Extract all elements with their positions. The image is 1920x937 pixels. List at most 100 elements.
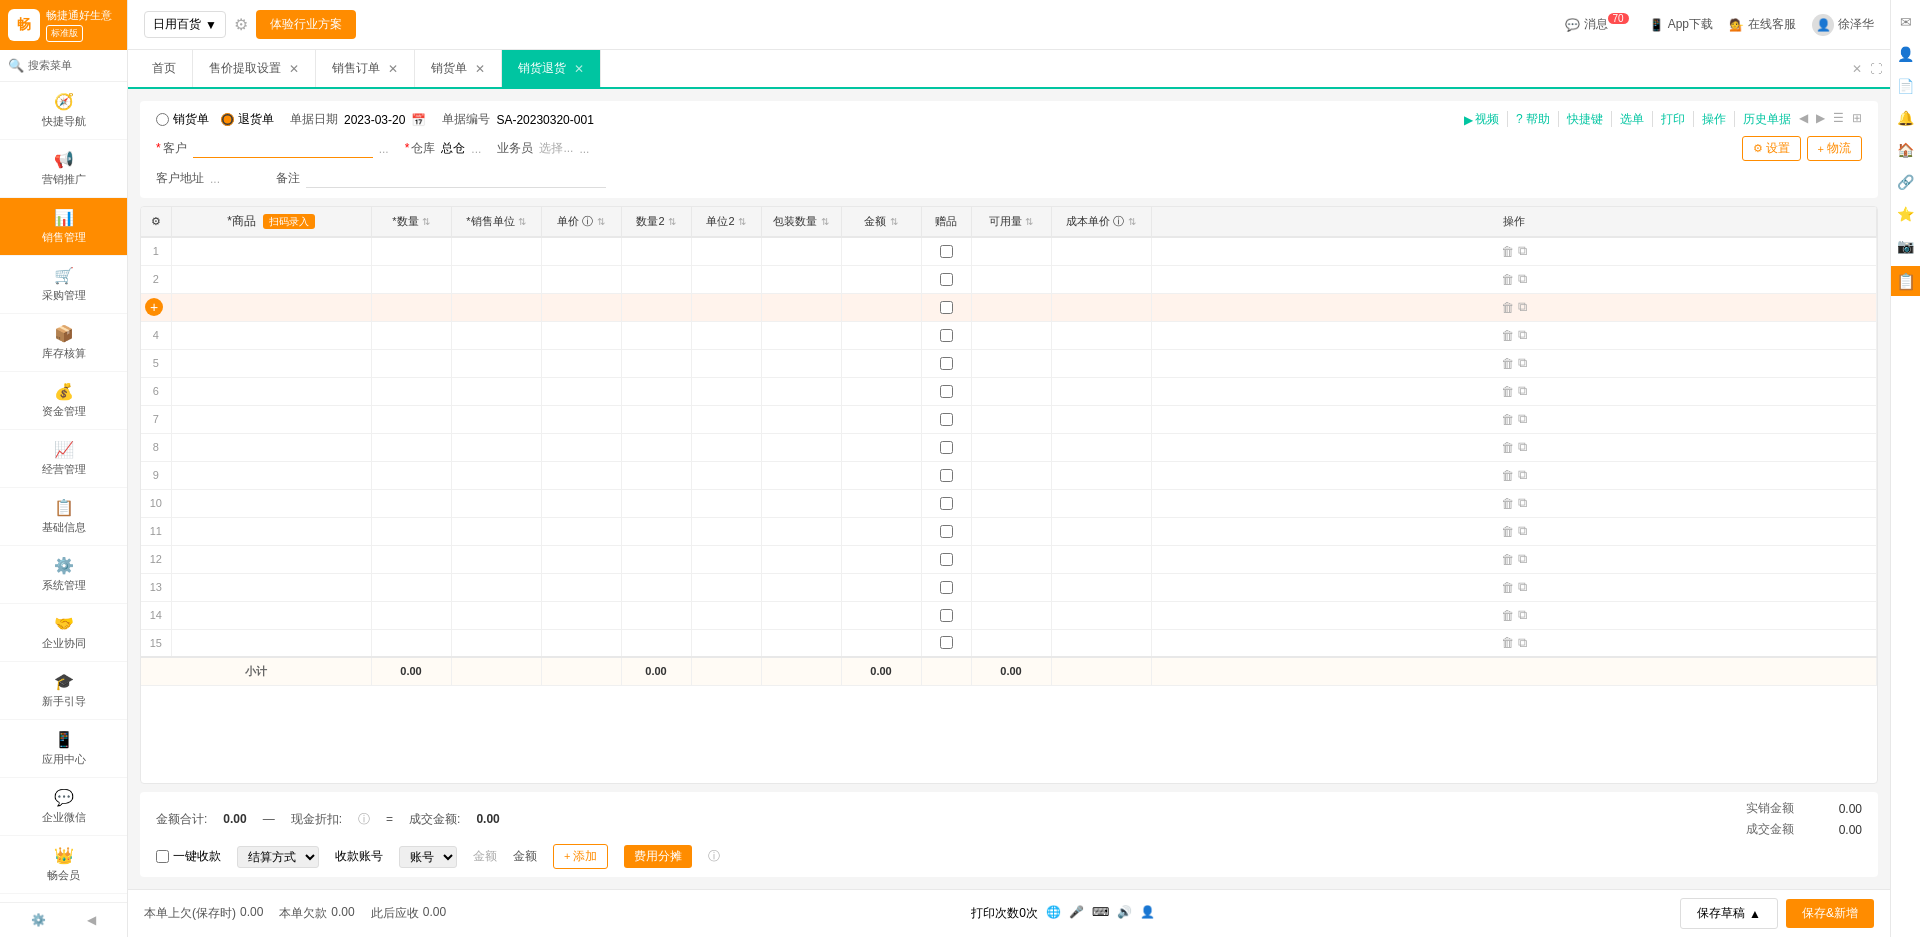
row-avail-1[interactable] (971, 237, 1051, 265)
del-icon[interactable]: 🗑 (1501, 384, 1514, 399)
gift-checkbox-3[interactable] (940, 301, 953, 314)
sidebar-item-basic-info[interactable]: 📋 基础信息 (0, 488, 127, 546)
maximize-icon[interactable]: ⛶ (1870, 62, 1882, 76)
unit-sort-icon[interactable]: ⇅ (518, 216, 526, 227)
qty2-sort-icon[interactable]: ⇅ (668, 216, 676, 227)
copy-icon[interactable]: ⧉ (1518, 411, 1527, 427)
row-avail-3[interactable] (971, 293, 1051, 321)
select-action[interactable]: 选单 (1620, 111, 1644, 128)
sidebar-item-system[interactable]: ⚙️ 系统管理 (0, 546, 127, 604)
row-price-2[interactable] (541, 265, 621, 293)
sidebar-item-guide[interactable]: 🎓 新手引导 (0, 662, 127, 720)
right-icon-4[interactable]: 🔔 (1894, 106, 1918, 130)
collapse-icon[interactable]: ◀ (87, 913, 96, 927)
search-menu-item[interactable]: 🔍 搜索菜单 (0, 50, 127, 82)
close-tab-icon[interactable]: ✕ (1852, 62, 1862, 76)
right-icon-2[interactable]: 👤 (1894, 42, 1918, 66)
gear-settings-icon[interactable]: ⚙ (234, 15, 248, 34)
sidebar-item-enterprise[interactable]: 🤝 企业协同 (0, 604, 127, 662)
row-unit2-2[interactable] (691, 265, 761, 293)
add-amount-button[interactable]: + 添加 (553, 844, 608, 869)
next-doc-icon[interactable]: ▶ (1816, 111, 1825, 128)
staff-select-btn[interactable]: ... (579, 142, 589, 156)
one-key-collect-input[interactable] (156, 850, 169, 863)
row-gift-2[interactable] (926, 273, 967, 286)
row-qty2-3[interactable] (621, 293, 691, 321)
gift-chk[interactable] (940, 581, 953, 594)
copy-icon[interactable]: ⧉ (1518, 523, 1527, 539)
settlement-method-select[interactable]: 结算方式 (237, 846, 319, 868)
message-button[interactable]: 💬 消息 70 (1565, 16, 1633, 33)
sidebar-item-operation[interactable]: 📈 经营管理 (0, 430, 127, 488)
sidebar-item-app-center[interactable]: 📱 应用中心 (0, 720, 127, 778)
customer-select-btn[interactable]: ... (379, 142, 389, 156)
copy-icon[interactable]: ⧉ (1518, 607, 1527, 623)
customer-input[interactable] (193, 139, 373, 158)
split-help-icon[interactable]: ⓘ (708, 848, 720, 865)
save-new-button[interactable]: 保存&新增 (1786, 899, 1874, 928)
row-product-1[interactable] (171, 237, 371, 265)
sidebar-item-wechat[interactable]: 💬 企业微信 (0, 778, 127, 836)
delete-row-1-icon[interactable]: 🗑 (1501, 244, 1514, 259)
row-price-1[interactable] (541, 237, 621, 265)
row-unit2-1[interactable] (691, 237, 761, 265)
del-icon[interactable]: 🗑 (1501, 468, 1514, 483)
radio-sales-delivery[interactable]: 销货单 (156, 111, 209, 128)
speaker-icon[interactable]: 🔊 (1117, 905, 1132, 922)
radio-sales-delivery-input[interactable] (156, 113, 169, 126)
right-icon-1[interactable]: ✉ (1894, 10, 1918, 34)
add-row-button[interactable]: + (145, 298, 163, 316)
note-input[interactable] (306, 169, 606, 188)
gift-chk[interactable] (940, 329, 953, 342)
row-unit-2[interactable] (451, 265, 541, 293)
row-gift-3[interactable] (926, 301, 967, 314)
row-cost-1[interactable] (1051, 237, 1151, 265)
mic-icon[interactable]: 🎤 (1069, 905, 1084, 922)
copy-row-2-icon[interactable]: ⧉ (1518, 271, 1527, 287)
tab-price-setup-close[interactable]: ✕ (289, 62, 299, 76)
gift-chk[interactable] (940, 553, 953, 566)
del-icon[interactable]: 🗑 (1501, 580, 1514, 595)
radio-return-input[interactable] (221, 113, 234, 126)
price-sort-icon[interactable]: ⇅ (597, 216, 605, 227)
gift-chk[interactable] (940, 609, 953, 622)
copy-icon[interactable]: ⧉ (1518, 579, 1527, 595)
prev-doc-icon[interactable]: ◀ (1799, 111, 1808, 128)
del-icon[interactable]: 🗑 (1501, 440, 1514, 455)
del-icon[interactable]: 🗑 (1501, 356, 1514, 371)
account-select[interactable]: 账号 (399, 846, 457, 868)
row-price-3[interactable] (541, 293, 621, 321)
list-view-icon[interactable]: ☰ (1833, 111, 1844, 128)
gift-checkbox-2[interactable] (940, 273, 953, 286)
copy-icon[interactable]: ⧉ (1518, 439, 1527, 455)
copy-icon[interactable]: ⧉ (1518, 383, 1527, 399)
grid-view-icon[interactable]: ⊞ (1852, 111, 1862, 128)
print-action[interactable]: 打印 (1661, 111, 1685, 128)
row-unit-3[interactable] (451, 293, 541, 321)
unit2-sort-icon[interactable]: ⇅ (738, 216, 746, 227)
row-amount-2[interactable] (841, 265, 921, 293)
row-pack-2[interactable] (761, 265, 841, 293)
one-key-collect-checkbox[interactable]: 一键收款 (156, 848, 221, 865)
pack-sort-icon[interactable]: ⇅ (821, 216, 829, 227)
copy-icon[interactable]: ⧉ (1518, 495, 1527, 511)
gift-chk[interactable] (940, 357, 953, 370)
save-draft-button[interactable]: 保存草稿 ▲ (1680, 898, 1778, 929)
row-gift-1[interactable] (926, 245, 967, 258)
row-qty-2[interactable] (371, 265, 451, 293)
gift-chk[interactable] (940, 525, 953, 538)
person-icon[interactable]: 👤 (1140, 905, 1155, 922)
discount-info-icon[interactable]: ⓘ (358, 811, 370, 828)
copy-icon[interactable]: ⧉ (1518, 355, 1527, 371)
product-input-3[interactable] (176, 300, 367, 314)
scan-btn[interactable]: 扫码录入 (263, 214, 315, 229)
gift-chk[interactable] (940, 636, 953, 649)
tab-sales-delivery[interactable]: 销货单 ✕ (415, 50, 502, 87)
sidebar-item-sales[interactable]: 📊 销售管理 (0, 198, 127, 256)
del-icon[interactable]: 🗑 (1501, 524, 1514, 539)
settings-bottom-icon[interactable]: ⚙️ (31, 913, 46, 927)
amount-sort-icon[interactable]: ⇅ (890, 216, 898, 227)
col-settings[interactable]: ⚙ (141, 207, 171, 237)
row-qty-3[interactable] (371, 293, 451, 321)
tab-sales-order[interactable]: 销售订单 ✕ (316, 50, 415, 87)
